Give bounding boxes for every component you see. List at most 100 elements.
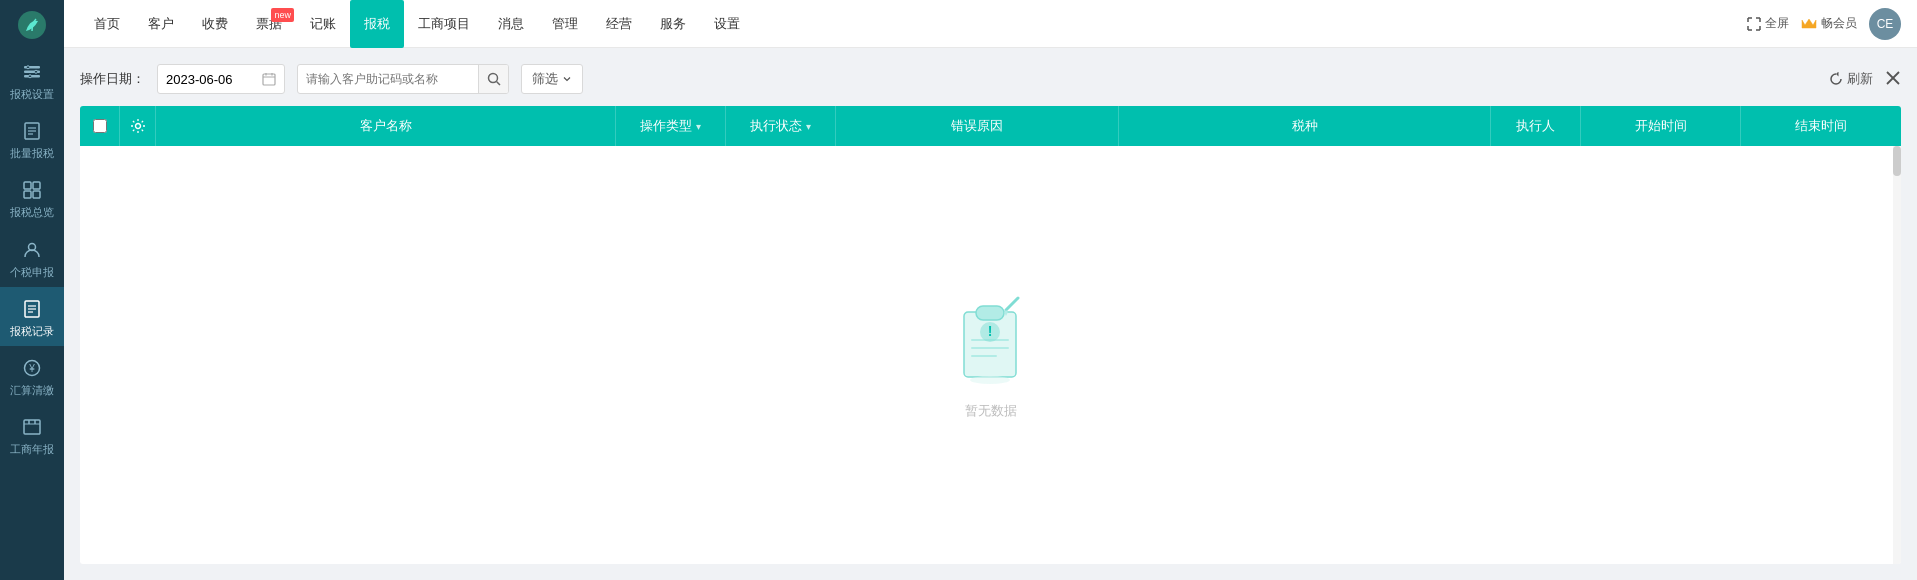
date-input-field[interactable] — [166, 72, 256, 87]
close-button[interactable] — [1885, 70, 1901, 89]
empty-illustration: ! — [946, 290, 1036, 390]
th-gear[interactable] — [120, 106, 156, 146]
svg-rect-12 — [33, 182, 40, 189]
sidebar-item-label-baoshuijilu: 报税记录 — [10, 325, 54, 338]
overview-icon — [20, 178, 44, 202]
close-icon — [1885, 70, 1901, 86]
top-nav: 首页 客户 收费 票据 new 记账 报税 工商项目 消息 — [64, 0, 1917, 48]
svg-rect-35 — [964, 312, 1016, 377]
main-area: 首页 客户 收费 票据 new 记账 报税 工商项目 消息 — [64, 0, 1917, 580]
svg-rect-26 — [263, 74, 275, 85]
sidebar-item-geshuishenbao[interactable]: 个税申报 — [0, 228, 64, 287]
filter-button[interactable]: 筛选 — [521, 64, 583, 94]
toolbar-right: 刷新 — [1829, 70, 1901, 89]
search-button[interactable] — [478, 64, 508, 94]
sidebar-item-gongshangnianbaio[interactable]: 工商年报 — [0, 405, 64, 464]
sidebar-item-huisuanqingfu[interactable]: ¥ 汇算清缴 — [0, 346, 64, 405]
sidebar-item-label-baoshuizonglan: 报税总览 — [10, 206, 54, 219]
new-badge: new — [271, 8, 294, 22]
th-error-reason: 错误原因 — [836, 106, 1119, 146]
chevron-down-icon — [562, 74, 572, 84]
sidebar: 报税设置 批量报税 报税总览 — [0, 0, 64, 580]
nav-item-shoufei[interactable]: 收费 — [188, 0, 242, 48]
sidebar-item-baoshuishezhi[interactable]: 报税设置 — [0, 50, 64, 109]
nav-item-jingying[interactable]: 经营 — [592, 0, 646, 48]
svg-rect-13 — [24, 191, 31, 198]
fullscreen-button[interactable]: 全屏 — [1747, 15, 1789, 32]
vip-button[interactable]: 畅会员 — [1801, 15, 1857, 32]
nav-items: 首页 客户 收费 票据 new 记账 报税 工商项目 消息 — [80, 0, 1747, 48]
nav-item-homepage[interactable]: 首页 — [80, 0, 134, 48]
th-op-type[interactable]: 操作类型 ▾ — [616, 106, 726, 146]
scroll-bar[interactable] — [1893, 146, 1901, 564]
svg-point-4 — [27, 66, 30, 69]
svg-rect-22 — [24, 420, 40, 434]
settlement-icon: ¥ — [20, 356, 44, 380]
op-type-sort-icon: ▾ — [696, 121, 701, 132]
nav-item-client[interactable]: 客户 — [134, 0, 188, 48]
nav-item-xiaoxi[interactable]: 消息 — [484, 0, 538, 48]
date-picker[interactable] — [157, 64, 285, 94]
record-icon — [20, 297, 44, 321]
scroll-thumb[interactable] — [1893, 146, 1901, 176]
svg-rect-11 — [24, 182, 31, 189]
nav-item-gongshang[interactable]: 工商项目 — [404, 0, 484, 48]
table-body: ! 暂无数据 — [80, 146, 1901, 564]
svg-line-31 — [496, 82, 500, 86]
th-checkbox[interactable] — [80, 106, 120, 146]
gear-icon — [130, 118, 146, 134]
vip-icon — [1801, 17, 1817, 31]
personal-tax-icon — [20, 238, 44, 262]
date-label: 操作日期： — [80, 70, 145, 88]
svg-rect-36 — [976, 306, 1004, 320]
search-input[interactable] — [298, 72, 478, 86]
sidebar-item-label-huisuanqingfu: 汇算清缴 — [10, 384, 54, 397]
sidebar-item-baoshuizonglan[interactable]: 报税总览 — [0, 168, 64, 227]
fullscreen-icon — [1747, 17, 1761, 31]
sidebar-item-label-baoshuishezhi: 报税设置 — [10, 88, 54, 101]
table-container: 客户名称 操作类型 ▾ 执行状态 ▾ 错误原因 税种 执行人 — [80, 106, 1901, 564]
sidebar-logo — [0, 0, 64, 50]
nav-item-baoshui[interactable]: 报税 — [350, 0, 404, 48]
nav-item-shezhi[interactable]: 设置 — [700, 0, 754, 48]
sidebar-item-label-geshuishenbao: 个税申报 — [10, 266, 54, 279]
th-tax-type: 税种 — [1119, 106, 1491, 146]
refresh-button[interactable]: 刷新 — [1829, 70, 1873, 88]
exec-status-sort-icon: ▾ — [806, 121, 811, 132]
svg-point-30 — [488, 74, 497, 83]
user-avatar[interactable]: CE — [1869, 8, 1901, 40]
empty-text: 暂无数据 — [965, 402, 1017, 420]
toolbar: 操作日期： 筛选 — [80, 64, 1901, 94]
table-header: 客户名称 操作类型 ▾ 执行状态 ▾ 错误原因 税种 执行人 — [80, 106, 1901, 146]
sidebar-item-label-gongshangnianbaio: 工商年报 — [10, 443, 54, 456]
th-executor: 执行人 — [1491, 106, 1581, 146]
settings-icon — [20, 60, 44, 84]
svg-text:¥: ¥ — [28, 363, 35, 374]
svg-text:!: ! — [987, 323, 992, 339]
calendar-icon — [262, 72, 276, 86]
search-box — [297, 64, 509, 94]
sidebar-item-label-piliangshaoshu: 批量报税 — [10, 147, 54, 160]
svg-point-44 — [970, 376, 1010, 384]
topnav-right: 全屏 畅会员 CE — [1747, 8, 1901, 40]
content-area: 操作日期： 筛选 — [64, 48, 1917, 580]
th-start-time: 开始时间 — [1581, 106, 1741, 146]
svg-line-42 — [1006, 298, 1018, 310]
th-client-name: 客户名称 — [156, 106, 616, 146]
empty-state: ! 暂无数据 — [946, 290, 1036, 420]
search-icon — [487, 72, 501, 86]
svg-point-6 — [29, 75, 32, 78]
annual-report-icon — [20, 415, 44, 439]
refresh-icon — [1829, 72, 1843, 86]
nav-item-jizhan[interactable]: 记账 — [296, 0, 350, 48]
svg-point-34 — [135, 124, 140, 129]
nav-item-piao[interactable]: 票据 new — [242, 0, 296, 48]
nav-item-fuwu[interactable]: 服务 — [646, 0, 700, 48]
sidebar-item-baoshuijilu[interactable]: 报税记录 — [0, 287, 64, 346]
th-exec-status[interactable]: 执行状态 ▾ — [726, 106, 836, 146]
svg-point-5 — [35, 70, 38, 73]
svg-rect-14 — [33, 191, 40, 198]
nav-item-guanli[interactable]: 管理 — [538, 0, 592, 48]
sidebar-item-piliangshaoshu[interactable]: 批量报税 — [0, 109, 64, 168]
select-all-checkbox[interactable] — [93, 119, 107, 133]
